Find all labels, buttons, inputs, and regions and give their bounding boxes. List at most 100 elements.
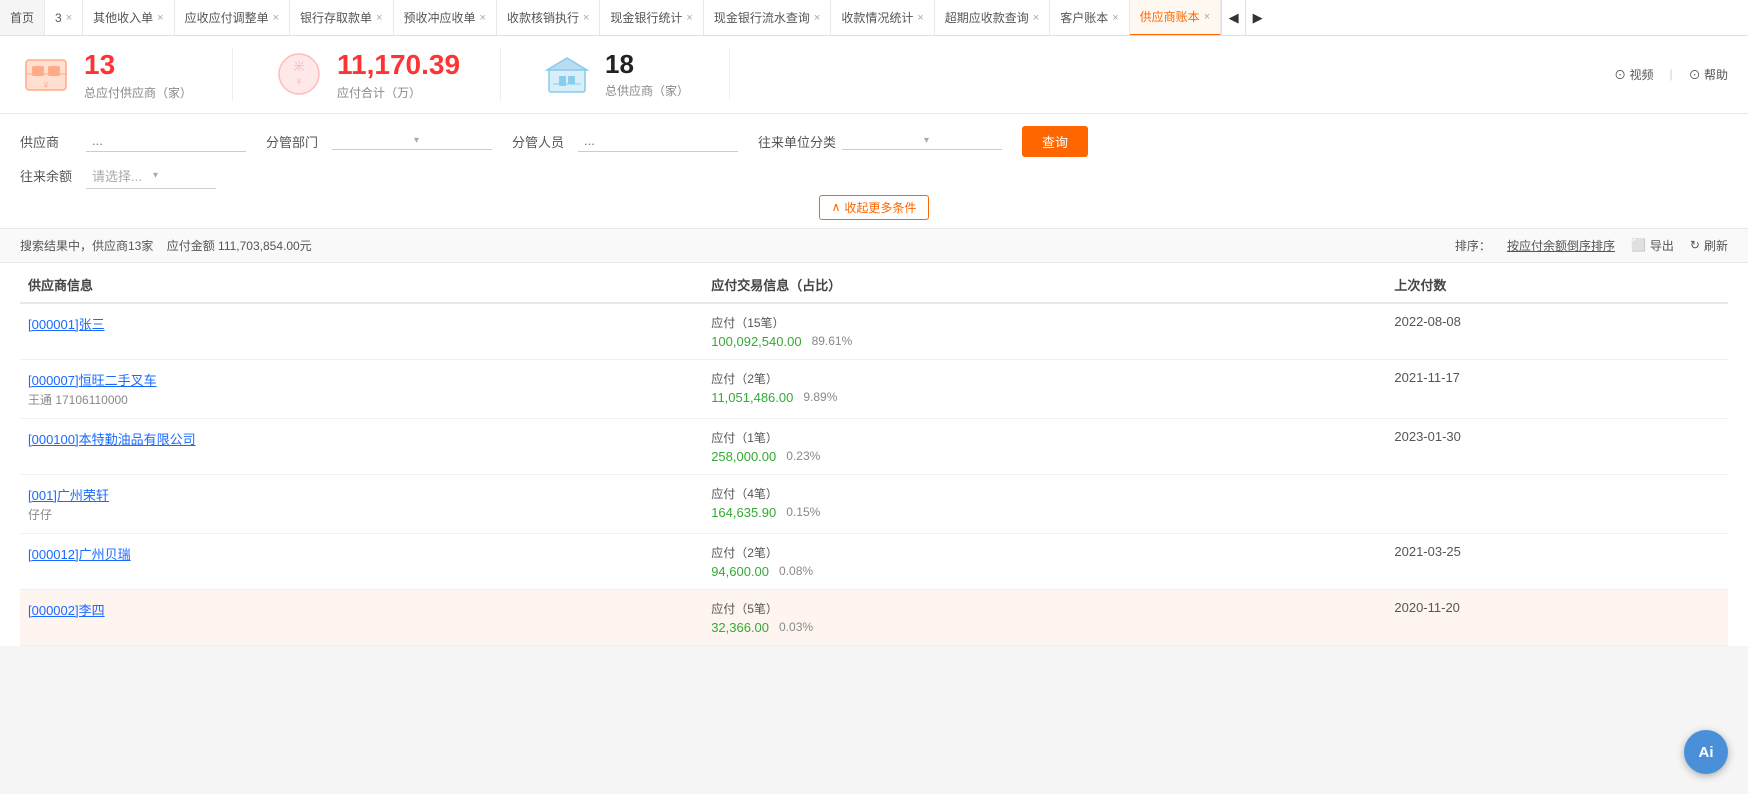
nav-tab-prepay[interactable]: 预收冲应收单 × <box>394 0 497 36</box>
stat-number-suppliers: 13 <box>84 48 192 82</box>
close-icon[interactable]: × <box>814 12 820 24</box>
supplier-table: 供应商信息 应付交易信息（占比） 上次付数 [000001]张三应付（15笔）1… <box>20 263 1728 646</box>
dept-filter-label: 分管部门 <box>266 132 326 151</box>
nav-tab-adjust-label: 应收应付调整单 <box>185 9 269 26</box>
nav-tab-3[interactable]: 3 × <box>45 0 83 36</box>
person-input[interactable] <box>578 130 738 152</box>
help-link[interactable]: ⊙ 帮助 <box>1689 66 1728 83</box>
circle-icon: ⊙ <box>1614 68 1626 82</box>
close-icon[interactable]: × <box>1112 12 1118 24</box>
nav-tab-overdue[interactable]: 超期应收款查询 × <box>935 0 1050 36</box>
ai-badge[interactable]: Ai <box>1684 730 1728 774</box>
nav-tab-cashstat-label: 现金银行统计 <box>610 9 682 26</box>
nav-tab-cashstat[interactable]: 现金银行统计 × <box>600 0 703 36</box>
close-icon[interactable]: × <box>583 12 589 24</box>
video-label: 视频 <box>1629 68 1653 82</box>
close-icon[interactable]: × <box>917 12 923 24</box>
payable-amount[interactable]: 32,366.00 <box>711 620 769 635</box>
supplier-link[interactable]: [000100]本特勤油品有限公司 <box>28 432 196 447</box>
nav-tab-suppbook-label: 供应商账本 <box>1140 8 1200 25</box>
store-icon <box>541 48 593 100</box>
table-row: [000012]广州贝瑞应付（2笔）94,600.000.08%2021-03-… <box>20 533 1728 589</box>
export-button[interactable]: ⬜ 导出 <box>1631 237 1674 254</box>
stat-block-suppliers: ¥ 13 总应付供应商（家） <box>20 48 233 101</box>
col-header-lastdate: 上次付数 <box>1386 263 1728 303</box>
divider: | <box>1670 67 1673 81</box>
close-icon[interactable]: × <box>686 12 692 24</box>
table-row: [000001]张三应付（15笔）100,092,540.0089.61%202… <box>20 303 1728 360</box>
query-button[interactable]: 查询 <box>1022 126 1088 157</box>
nav-tab-home[interactable]: 首页 <box>0 0 45 36</box>
close-icon[interactable]: × <box>1033 12 1039 24</box>
nav-tab-recvstat-label: 收款情况统计 <box>841 9 913 26</box>
supplier-cell: [000002]李四 <box>20 589 703 645</box>
stat-info-1: 13 总应付供应商（家） <box>84 48 192 101</box>
nav-tab-overdue-label: 超期应收款查询 <box>945 9 1029 26</box>
payable-cell: 应付（2笔）94,600.000.08% <box>703 533 1386 589</box>
supplier-input[interactable] <box>86 130 246 152</box>
dept-select[interactable]: ▾ <box>332 132 492 150</box>
close-icon[interactable]: × <box>376 12 382 24</box>
payable-pct: 0.03% <box>779 620 813 634</box>
supplier-filter-label: 供应商 <box>20 132 80 151</box>
payable-count: 应付（2笔） <box>711 370 1378 387</box>
col-header-supplier: 供应商信息 <box>20 263 703 303</box>
supplier-link[interactable]: [000012]广州贝瑞 <box>28 547 131 562</box>
nav-tab-home-label: 首页 <box>10 9 34 26</box>
close-icon[interactable]: × <box>66 12 72 24</box>
chevron-down-icon: ▾ <box>924 135 996 146</box>
nav-tab-receipt[interactable]: 收款核销执行 × <box>497 0 600 36</box>
payable-amount[interactable]: 100,092,540.00 <box>711 334 801 349</box>
payable-amount[interactable]: 11,051,486.00 <box>711 390 793 405</box>
refresh-button[interactable]: ↻ 刷新 <box>1690 237 1728 254</box>
result-bar: 搜索结果中，供应商13家 应付金额 111,703,854.00元 排序： 按应… <box>0 229 1748 263</box>
collapse-button[interactable]: ∧ 收起更多条件 <box>819 195 930 220</box>
category-select[interactable]: ▾ <box>842 132 1002 150</box>
supplier-link[interactable]: [000001]张三 <box>28 317 105 332</box>
help-links: ⊙ 视频 | ⊙ 帮助 <box>1614 66 1728 83</box>
filter-dept: 分管部门 ▾ <box>266 132 492 151</box>
payable-amount[interactable]: 164,635.90 <box>711 505 776 520</box>
nav-tab-bank[interactable]: 银行存取款单 × <box>290 0 393 36</box>
nav-tab-cashflow[interactable]: 现金银行流水查询 × <box>704 0 831 36</box>
supplier-icon-2: 米 ¥ <box>273 48 325 100</box>
collapse-area: ∧ 收起更多条件 <box>20 195 1728 220</box>
nav-tab-recvstat[interactable]: 收款情况统计 × <box>831 0 934 36</box>
stat-block-amount: 米 ¥ 11,170.39 应付合计（万） <box>273 48 501 101</box>
supplier-link[interactable]: [001]广州荣轩 <box>28 488 109 503</box>
nav-tab-custbook[interactable]: 客户账本 × <box>1050 0 1129 36</box>
nav-tab-income[interactable]: 其他收入单 × <box>83 0 174 36</box>
nav-left-arrow[interactable]: ◀ <box>1221 0 1245 36</box>
payable-amount[interactable]: 94,600.00 <box>711 564 769 579</box>
filter-row-1: 供应商 分管部门 ▾ 分管人员 往来单位分类 ▾ 查询 <box>20 126 1728 157</box>
table-row: [000002]李四应付（5笔）32,366.000.03%2020-11-20 <box>20 589 1728 645</box>
refresh-icon: ↻ <box>1690 238 1700 252</box>
result-text: 搜索结果中，供应商13家 <box>20 239 153 253</box>
balance-select[interactable]: 请选择... ▾ <box>86 163 216 189</box>
balance-filter-label: 往来余额 <box>20 166 80 185</box>
close-icon[interactable]: × <box>273 12 279 24</box>
supplier-link[interactable]: [000007]恒旺二手叉车 <box>28 373 157 388</box>
svg-text:¥: ¥ <box>43 81 49 90</box>
col-header-payable: 应付交易信息（占比） <box>703 263 1386 303</box>
filter-row-2: 往来余额 请选择... ▾ <box>20 163 1728 189</box>
last-date-cell: 2023-01-30 <box>1386 418 1728 474</box>
sort-select[interactable]: 按应付余额倒序排序 <box>1507 237 1615 254</box>
nav-tab-adjust[interactable]: 应收应付调整单 × <box>175 0 290 36</box>
category-filter-label: 往来单位分类 <box>758 132 836 151</box>
close-icon[interactable]: × <box>157 12 163 24</box>
nav-tab-prepay-label: 预收冲应收单 <box>404 9 476 26</box>
close-icon[interactable]: × <box>480 12 486 24</box>
nav-right-arrow[interactable]: ▶ <box>1245 0 1269 36</box>
stat-number-total: 18 <box>605 49 689 80</box>
help-label: 帮助 <box>1704 68 1728 82</box>
stat-label-amount: 应付合计（万） <box>337 84 460 101</box>
payable-amount[interactable]: 258,000.00 <box>711 449 776 464</box>
supplier-link[interactable]: [000002]李四 <box>28 603 105 618</box>
close-icon[interactable]: × <box>1204 11 1210 23</box>
nav-tab-suppbook[interactable]: 供应商账本 × <box>1130 0 1221 36</box>
nav-tab-bank-label: 银行存取款单 <box>300 9 372 26</box>
video-link[interactable]: ⊙ 视频 <box>1614 66 1653 83</box>
payable-count: 应付（5笔） <box>711 600 1378 617</box>
nav-tab-3-label: 3 <box>55 11 62 25</box>
